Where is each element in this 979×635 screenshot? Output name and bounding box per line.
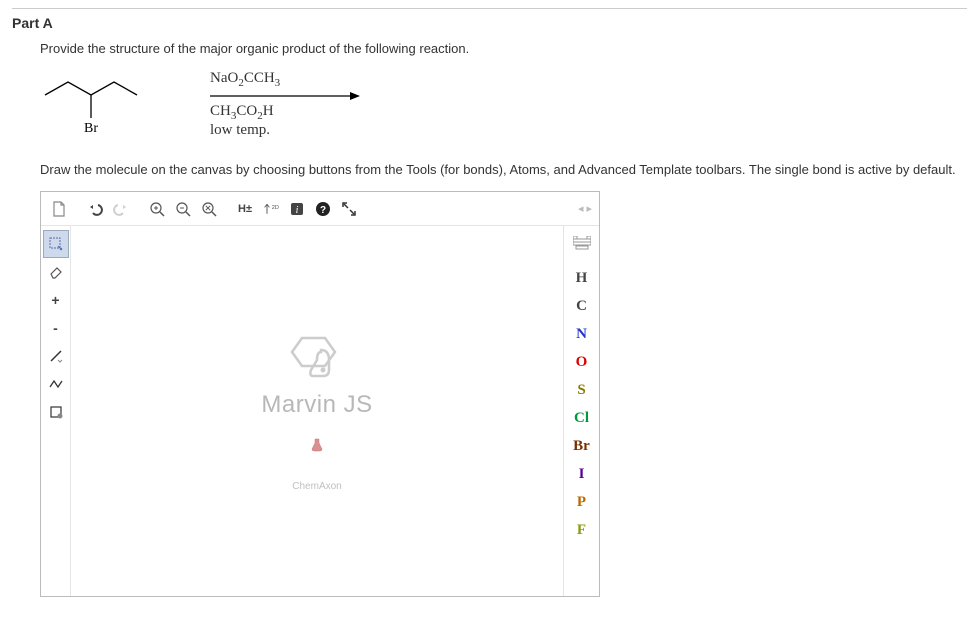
- left-toolbar: + -: [41, 226, 71, 596]
- reactant-structure: Br: [40, 70, 150, 143]
- reagent-conditions: NaO2CCH3 CH3CO2H low temp.: [210, 70, 360, 139]
- reagent-above: NaO2CCH3: [210, 70, 360, 89]
- atoms-toolbar: H C N O S Cl Br I P F: [563, 226, 599, 596]
- zoom-in-button[interactable]: [145, 197, 169, 221]
- single-bond-tool-button[interactable]: [43, 342, 69, 370]
- atom-p-button[interactable]: P: [566, 488, 598, 516]
- atom-f-button[interactable]: F: [566, 516, 598, 544]
- part-label: Part A: [12, 15, 967, 31]
- atom-o-button[interactable]: O: [566, 348, 598, 376]
- zoom-fit-button[interactable]: [197, 197, 221, 221]
- new-doc-button[interactable]: [47, 197, 71, 221]
- info-button[interactable]: i: [285, 197, 309, 221]
- selection-tool-button[interactable]: [43, 230, 69, 258]
- top-toolbar: H± 2D i ? ◂ ▸: [41, 192, 599, 226]
- template-tool-button[interactable]: [43, 398, 69, 426]
- atom-br-button[interactable]: Br: [566, 432, 598, 460]
- zoom-out-button[interactable]: [171, 197, 195, 221]
- atom-c-button[interactable]: C: [566, 292, 598, 320]
- br-label: Br: [84, 121, 98, 136]
- eraser-tool-button[interactable]: [43, 258, 69, 286]
- top-divider: [12, 8, 967, 9]
- charge-minus-button[interactable]: -: [43, 314, 69, 342]
- charge-plus-button[interactable]: +: [43, 286, 69, 314]
- hydrogen-toggle-button[interactable]: H±: [233, 197, 257, 221]
- svg-text:2D: 2D: [272, 205, 279, 211]
- toolbar-nav-left[interactable]: ◂: [577, 202, 585, 215]
- marvin-logo-icon: [287, 330, 347, 385]
- atom-cl-button[interactable]: Cl: [566, 404, 598, 432]
- atom-s-button[interactable]: S: [566, 376, 598, 404]
- atom-i-button[interactable]: I: [566, 460, 598, 488]
- reaction-scheme: Br NaO2CCH3 CH3CO2H low temp.: [40, 70, 967, 143]
- svg-text:i: i: [296, 205, 299, 216]
- redo-button[interactable]: [109, 197, 133, 221]
- reagent-below-2: low temp.: [210, 122, 360, 139]
- marvin-editor: H± 2D i ? ◂ ▸ + -: [40, 191, 600, 597]
- fullscreen-button[interactable]: [337, 197, 361, 221]
- atom-n-button[interactable]: N: [566, 320, 598, 348]
- chain-tool-button[interactable]: [43, 370, 69, 398]
- svg-text:?: ?: [320, 205, 326, 216]
- view-2d-button[interactable]: 2D: [259, 197, 283, 221]
- reaction-arrow: [210, 91, 360, 101]
- question-text: Provide the structure of the major organ…: [40, 41, 967, 56]
- chemaxon-flask-icon: [309, 437, 325, 453]
- toolbar-nav-right[interactable]: ▸: [585, 202, 593, 215]
- canvas-watermark-vendor: ChemAxon: [292, 481, 341, 492]
- help-button[interactable]: ?: [311, 197, 335, 221]
- periodic-table-button[interactable]: [566, 230, 598, 256]
- instruction-text: Draw the molecule on the canvas by choos…: [40, 161, 967, 179]
- drawing-canvas[interactable]: Marvin JS ChemAxon: [71, 226, 563, 596]
- atom-h-button[interactable]: H: [566, 264, 598, 292]
- undo-button[interactable]: [83, 197, 107, 221]
- reagent-below-1: CH3CO2H: [210, 103, 360, 122]
- canvas-watermark-title: Marvin JS: [261, 391, 372, 419]
